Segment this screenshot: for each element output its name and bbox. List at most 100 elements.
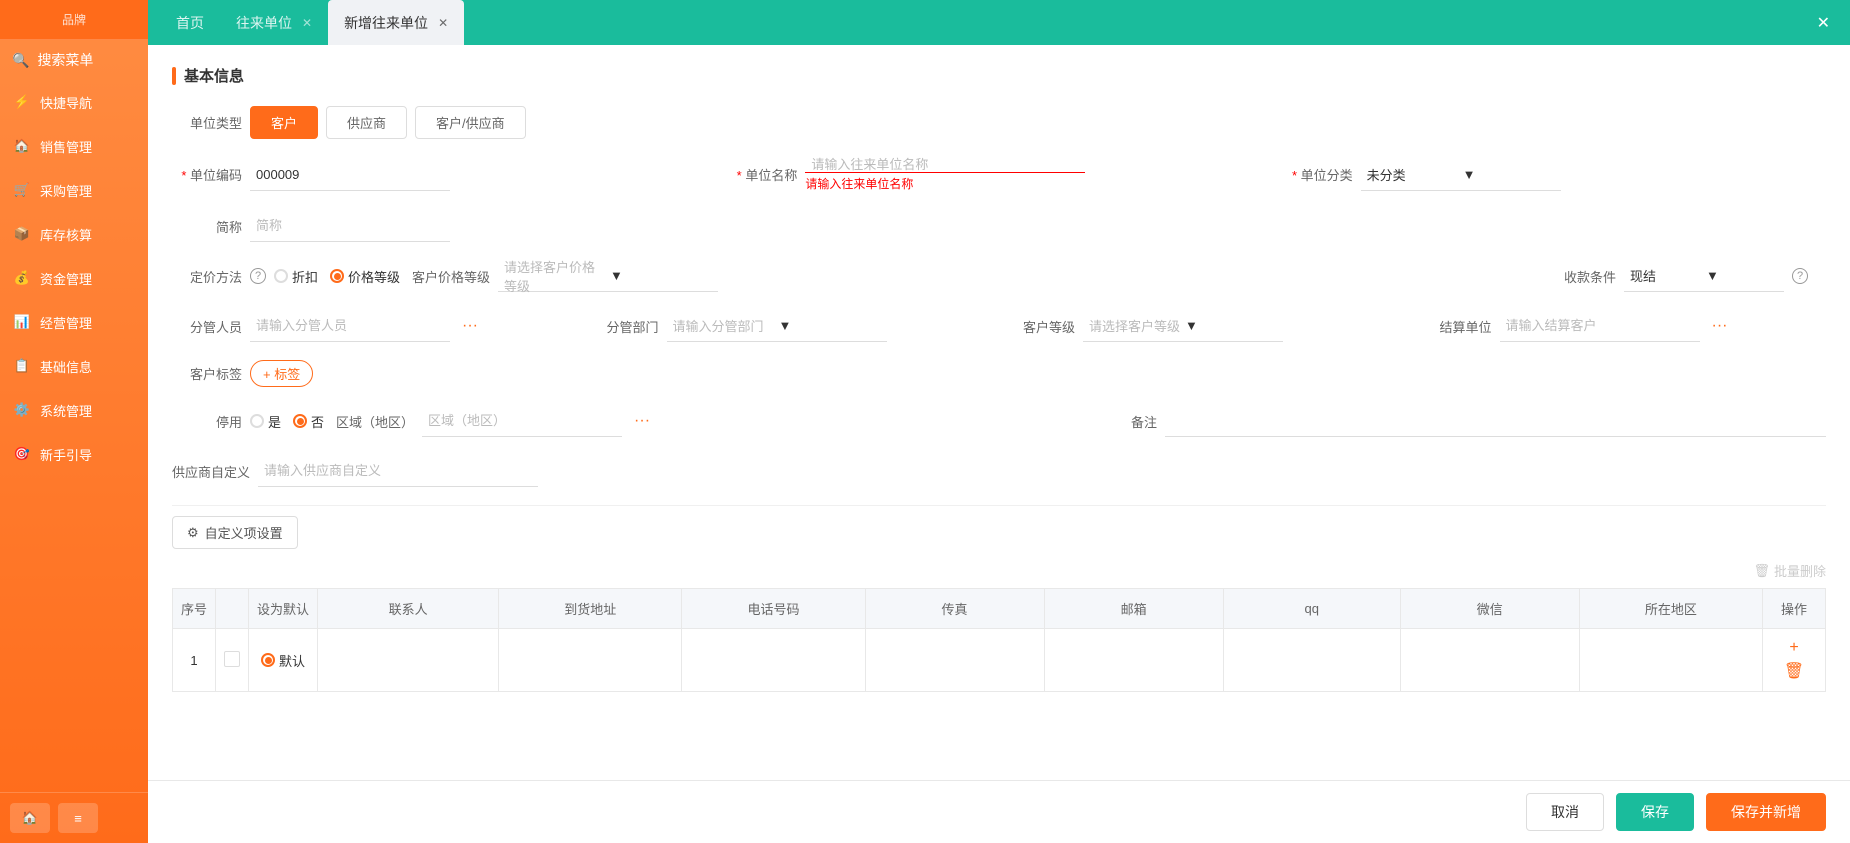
row-checkbox[interactable] (224, 651, 240, 667)
row-delete-btn[interactable]: 🗑 (1780, 659, 1808, 683)
customer-price-level-select[interactable]: 请选择客户价格等级 ▼ (498, 260, 718, 292)
row-qq[interactable] (1223, 629, 1400, 692)
box-icon: 📦 (12, 224, 32, 244)
row-region-input[interactable] (1588, 644, 1754, 676)
col-phone: 电话号码 (682, 589, 865, 629)
region-label: 区域（地区） (336, 412, 414, 431)
pricing-radio-group: 折扣 价格等级 (274, 267, 400, 286)
department-select[interactable]: 请输入分管部门 ▼ (667, 310, 887, 342)
row-phone[interactable] (682, 629, 865, 692)
row-region[interactable] (1579, 629, 1762, 692)
row-wechat-input[interactable] (1409, 644, 1571, 676)
section-title: 基本信息 (184, 65, 244, 86)
supplier-custom-input[interactable] (258, 455, 538, 487)
tab-contacts-label: 往来单位 (236, 13, 292, 33)
tab-contacts-close[interactable]: ✕ (302, 16, 312, 30)
sidebar-item-finance[interactable]: 💰 资金管理 (0, 256, 148, 300)
sidebar-item-quick-nav[interactable]: ⚡ 快捷导航 (0, 80, 148, 124)
customer-level-select[interactable]: 请选择客户等级 ▼ (1083, 310, 1283, 342)
save-button[interactable]: 保存 (1616, 793, 1694, 831)
customer-level-field: 客户等级 请选择客户等级 ▼ (1005, 310, 1410, 342)
sidebar-item-operations[interactable]: 📊 经营管理 (0, 300, 148, 344)
sidebar-item-sales[interactable]: 🏠 销售管理 (0, 124, 148, 168)
disable-yes-radio[interactable] (250, 414, 264, 428)
row-qq-input[interactable] (1232, 644, 1392, 676)
region-input[interactable] (422, 405, 622, 437)
sidebar-item-system[interactable]: ⚙️ 系统管理 (0, 388, 148, 432)
row-contact-input[interactable] (326, 644, 490, 676)
money-icon: 💰 (12, 268, 32, 288)
sidebar-more-btn[interactable]: ≡ (58, 803, 98, 833)
col-address: 到货地址 (499, 589, 682, 629)
window-close-btn[interactable]: ✕ (1809, 9, 1838, 37)
cancel-button[interactable]: 取消 (1526, 793, 1604, 831)
disable-row: 停用 是 否 区域（地区） ··· 备注 (172, 405, 1826, 437)
tag-field: 客户标签 + 标签 (172, 360, 1826, 387)
unit-type-both[interactable]: 客户/供应商 (415, 106, 526, 139)
manager-input[interactable] (250, 310, 450, 342)
sidebar-item-basic-info[interactable]: 📋 基础信息 (0, 344, 148, 388)
payment-terms-select[interactable]: 现结 ▼ (1624, 260, 1784, 292)
tag-add-btn[interactable]: + 标签 (250, 360, 313, 387)
disable-radio-group: 是 否 (250, 412, 324, 431)
remark-input[interactable] (1165, 405, 1826, 437)
short-name-input[interactable] (250, 210, 450, 242)
region-more-btn[interactable]: ··· (630, 412, 654, 430)
pricing-discount-radio[interactable] (274, 269, 288, 283)
unit-category-label: 单位分类 (1283, 165, 1353, 184)
payment-terms-help-icon[interactable]: ? (1792, 268, 1808, 284)
manager-more-btn[interactable]: ··· (458, 317, 482, 335)
row-default-radio[interactable]: 默认 (257, 651, 309, 670)
save-new-button[interactable]: 保存并新增 (1706, 793, 1826, 831)
pricing-discount[interactable]: 折扣 (274, 267, 318, 286)
unit-name-input[interactable] (805, 157, 1085, 173)
unit-type-label: 单位类型 (172, 113, 242, 132)
row-fax-input[interactable] (874, 644, 1036, 676)
row-email-input[interactable] (1053, 644, 1215, 676)
tab-new-contact[interactable]: 新增往来单位 ✕ (328, 0, 464, 45)
disable-yes[interactable]: 是 (250, 412, 281, 431)
unit-category-select[interactable]: 未分类 ▼ (1361, 159, 1561, 191)
sidebar-item-inventory[interactable]: 📦 库存核算 (0, 212, 148, 256)
disable-no[interactable]: 否 (293, 412, 324, 431)
row-address-input[interactable] (507, 644, 673, 676)
pricing-level-radio[interactable] (330, 269, 344, 283)
sidebar-item-guide[interactable]: 🎯 新手引导 (0, 432, 148, 476)
customer-price-level-field: 客户价格等级 请选择客户价格等级 ▼ (412, 260, 1534, 292)
unit-type-group: 客户 供应商 客户/供应商 (250, 106, 526, 139)
pricing-level[interactable]: 价格等级 (330, 267, 400, 286)
sidebar-item-search[interactable]: 🔍 搜索菜单 (0, 40, 148, 80)
disable-no-radio[interactable] (293, 414, 307, 428)
unit-type-customer[interactable]: 客户 (250, 106, 318, 139)
settlement-unit-more-btn[interactable]: ··· (1708, 317, 1732, 335)
row-contact[interactable] (318, 629, 499, 692)
sidebar-home-btn[interactable]: 🏠 (10, 803, 50, 833)
row-checkbox-cell[interactable] (216, 629, 249, 692)
remark-label: 备注 (1087, 412, 1157, 431)
unit-type-supplier[interactable]: 供应商 (326, 106, 407, 139)
customer-level-arrow: ▼ (1185, 318, 1277, 333)
pricing-level-label: 价格等级 (348, 267, 400, 286)
pricing-help-icon[interactable]: ? (250, 268, 266, 284)
custom-settings-btn[interactable]: ⚙ 自定义项设置 (172, 516, 298, 549)
unit-type-field: 单位类型 客户 供应商 客户/供应商 (172, 106, 1826, 139)
settlement-unit-input[interactable] (1500, 310, 1700, 342)
unit-code-input[interactable] (250, 159, 450, 191)
batch-delete-area[interactable]: 🗑 批量删除 (172, 561, 1826, 580)
pricing-discount-label: 折扣 (292, 267, 318, 286)
row-fax[interactable] (865, 629, 1044, 692)
row-add-btn[interactable]: + (1785, 637, 1802, 659)
sidebar-item-purchase[interactable]: 🛒 采购管理 (0, 168, 148, 212)
tab-home[interactable]: 首页 (160, 0, 220, 45)
page-content: 基本信息 单位类型 客户 供应商 客户/供应商 单位编码 单位名称 (148, 45, 1850, 780)
tab-contacts[interactable]: 往来单位 ✕ (220, 0, 328, 45)
row-email[interactable] (1044, 629, 1223, 692)
supplier-custom-label: 供应商自定义 (172, 462, 250, 481)
row-wechat[interactable] (1400, 629, 1579, 692)
disable-no-label: 否 (311, 412, 324, 431)
row-address[interactable] (499, 629, 682, 692)
tab-new-contact-close[interactable]: ✕ (438, 16, 448, 30)
default-radio[interactable] (261, 653, 275, 667)
row-phone-input[interactable] (690, 644, 856, 676)
tab-bar: 首页 往来单位 ✕ 新增往来单位 ✕ ✕ (148, 0, 1850, 45)
